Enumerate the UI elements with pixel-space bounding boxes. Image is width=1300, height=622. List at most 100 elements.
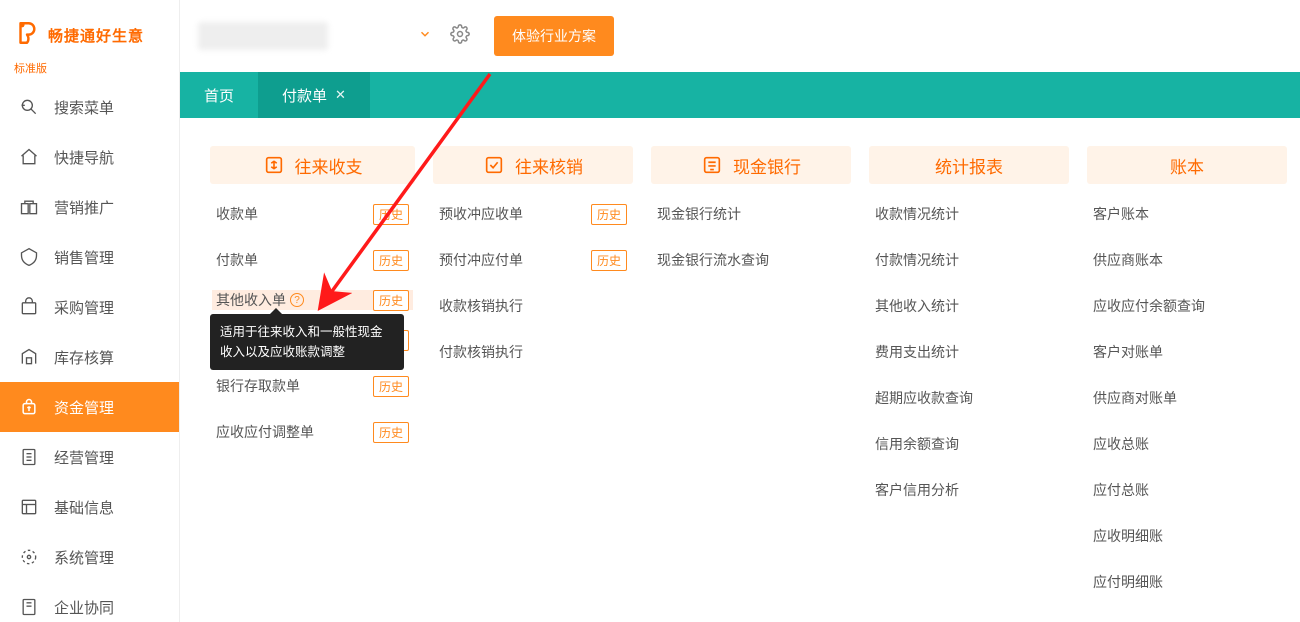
sidebar-item-label: 销售管理 bbox=[54, 247, 114, 268]
sidebar-item-operate[interactable]: 经营管理 bbox=[0, 432, 179, 482]
sidebar-item-label: 企业协同 bbox=[54, 597, 114, 618]
income-icon bbox=[263, 154, 285, 176]
menu-item[interactable]: 客户账本 bbox=[1093, 204, 1281, 224]
menu-item[interactable]: 客户对账单 bbox=[1093, 342, 1281, 362]
close-icon[interactable]: ✕ bbox=[335, 87, 346, 103]
basic-icon bbox=[18, 496, 40, 518]
menu-item-label: 超期应收款查询 bbox=[875, 390, 973, 406]
menu-item[interactable]: 收款单 历史 bbox=[216, 204, 409, 224]
stock-icon bbox=[18, 346, 40, 368]
menu-item-label: 其他收入单 bbox=[216, 290, 286, 310]
menu-item[interactable]: 应收应付余额查询 bbox=[1093, 296, 1281, 316]
verify-icon bbox=[483, 154, 505, 176]
topbar: 体验行业方案 bbox=[180, 0, 1300, 72]
menu-item-label: 供应商账本 bbox=[1093, 252, 1163, 268]
menu-item[interactable]: 现金银行统计 bbox=[657, 204, 845, 224]
sidebar-item-stock[interactable]: 库存核算 bbox=[0, 332, 179, 382]
column-report: 统计报表收款情况统计付款情况统计其他收入统计费用支出统计超期应收款查询信用余额查… bbox=[869, 146, 1069, 602]
menu-item-label: 客户对账单 bbox=[1093, 344, 1163, 360]
sidebar-item-system[interactable]: 系统管理 bbox=[0, 532, 179, 582]
help-tooltip: 适用于往来收入和一般性现金收入以及应收账款调整 bbox=[210, 314, 404, 370]
chevron-down-icon[interactable] bbox=[418, 27, 432, 46]
gear-icon[interactable] bbox=[450, 24, 470, 49]
sidebar-item-label: 经营管理 bbox=[54, 447, 114, 468]
column-header-verify: 往来核销 bbox=[433, 146, 633, 184]
sidebar-item-label: 库存核算 bbox=[54, 347, 114, 368]
menu-item[interactable]: 应收总账 bbox=[1093, 434, 1281, 454]
sidebar-item-basic[interactable]: 基础信息 bbox=[0, 482, 179, 532]
history-badge[interactable]: 历史 bbox=[373, 422, 409, 443]
menu-item[interactable]: 银行存取款单 历史 bbox=[216, 376, 409, 396]
tab-label: 首页 bbox=[204, 85, 234, 106]
sidebar-item-funds[interactable]: 资金管理 bbox=[0, 382, 179, 432]
org-selector-blurred[interactable] bbox=[198, 22, 328, 50]
menu-item-label: 收款单 bbox=[216, 206, 258, 222]
brand-logo-icon bbox=[14, 20, 40, 51]
column-header-ledger: 账本 bbox=[1087, 146, 1287, 184]
menu-item[interactable]: 付款核销执行 bbox=[439, 342, 627, 362]
menu-item[interactable]: 其他收入统计 bbox=[875, 296, 1063, 316]
tab-1[interactable]: 付款单✕ bbox=[258, 72, 370, 118]
content-panel: 往来收支收款单历史付款单历史其他收入单?历史费用单历史银行存取款单历史应收应付调… bbox=[180, 118, 1300, 622]
menu-item-label: 收款情况统计 bbox=[875, 206, 959, 222]
brand-edition: 标准版 bbox=[14, 60, 179, 76]
menu-item[interactable]: 应付总账 bbox=[1093, 480, 1281, 500]
column-header-report: 统计报表 bbox=[869, 146, 1069, 184]
menu-item-label: 供应商对账单 bbox=[1093, 390, 1177, 406]
history-badge[interactable]: 历史 bbox=[373, 290, 409, 311]
column-income: 往来收支收款单历史付款单历史其他收入单?历史费用单历史银行存取款单历史应收应付调… bbox=[210, 146, 415, 602]
sidebar-item-search[interactable]: 搜索菜单 bbox=[0, 82, 179, 132]
sales-icon bbox=[18, 246, 40, 268]
history-badge[interactable]: 历史 bbox=[373, 376, 409, 397]
column-title: 账本 bbox=[1170, 153, 1204, 178]
menu-item[interactable]: 应付明细账 bbox=[1093, 572, 1281, 592]
menu-item[interactable]: 信用余额查询 bbox=[875, 434, 1063, 454]
column-header-income: 往来收支 bbox=[210, 146, 415, 184]
column-verify: 往来核销预收冲应收单历史预付冲应付单 历史收款核销执行付款核销执行 bbox=[433, 146, 633, 602]
sidebar-item-collab[interactable]: 企业协同 bbox=[0, 582, 179, 622]
menu-item[interactable]: 收款核销执行 bbox=[439, 296, 627, 316]
menu-item[interactable]: 其他收入单? 历史 bbox=[212, 290, 413, 310]
sidebar-item-marketing[interactable]: 营销推广 bbox=[0, 182, 179, 232]
column-title: 现金银行 bbox=[733, 153, 801, 178]
quicknav-icon bbox=[18, 146, 40, 168]
menu-item[interactable]: 应收明细账 bbox=[1093, 526, 1281, 546]
menu-item-label: 现金银行统计 bbox=[657, 206, 741, 222]
menu-item[interactable]: 费用支出统计 bbox=[875, 342, 1063, 362]
sidebar-item-purchase[interactable]: 采购管理 bbox=[0, 282, 179, 332]
menu-item[interactable]: 供应商对账单 bbox=[1093, 388, 1281, 408]
menu-item[interactable]: 客户信用分析 bbox=[875, 480, 1063, 500]
industry-plan-button[interactable]: 体验行业方案 bbox=[494, 16, 614, 56]
menu-item-label: 银行存取款单 bbox=[216, 378, 300, 394]
menu-item[interactable]: 付款单历史 bbox=[216, 250, 409, 270]
menu-item[interactable]: 供应商账本 bbox=[1093, 250, 1281, 270]
menu-item-label: 应付总账 bbox=[1093, 482, 1149, 498]
history-badge[interactable]: 历史 bbox=[373, 204, 409, 225]
operate-icon bbox=[18, 446, 40, 468]
menu-item[interactable]: 付款情况统计 bbox=[875, 250, 1063, 270]
menu-item[interactable]: 超期应收款查询 bbox=[875, 388, 1063, 408]
history-badge[interactable]: 历史 bbox=[591, 250, 627, 271]
help-icon[interactable]: ? bbox=[290, 293, 304, 307]
history-badge[interactable]: 历史 bbox=[591, 204, 627, 225]
menu-item[interactable]: 收款情况统计 bbox=[875, 204, 1063, 224]
column-title: 往来核销 bbox=[515, 153, 583, 178]
sidebar-item-sales[interactable]: 销售管理 bbox=[0, 232, 179, 282]
menu-item[interactable]: 现金银行流水查询 bbox=[657, 250, 845, 270]
funds-icon bbox=[18, 396, 40, 418]
sidebar-item-label: 资金管理 bbox=[54, 397, 114, 418]
menu-item-label: 现金银行流水查询 bbox=[657, 252, 769, 268]
tab-0[interactable]: 首页 bbox=[180, 72, 258, 118]
column-ledger: 账本客户账本供应商账本应收应付余额查询客户对账单供应商对账单应收总账应付总账应收… bbox=[1087, 146, 1287, 602]
menu-item-label: 预付冲应付单 bbox=[439, 252, 523, 268]
menu-item-label: 应收明细账 bbox=[1093, 528, 1163, 544]
menu-item[interactable]: 应收应付调整单 历史 bbox=[216, 422, 409, 442]
tab-bar: 首页 付款单✕ bbox=[180, 72, 1300, 118]
menu-item[interactable]: 预付冲应付单 历史 bbox=[439, 250, 627, 270]
sidebar-item-quicknav[interactable]: 快捷导航 bbox=[0, 132, 179, 182]
menu-item-label: 应收应付调整单 bbox=[216, 424, 314, 440]
menu-item[interactable]: 预收冲应收单历史 bbox=[439, 204, 627, 224]
system-icon bbox=[18, 546, 40, 568]
history-badge[interactable]: 历史 bbox=[373, 250, 409, 271]
menu-item-label: 付款核销执行 bbox=[439, 344, 523, 360]
